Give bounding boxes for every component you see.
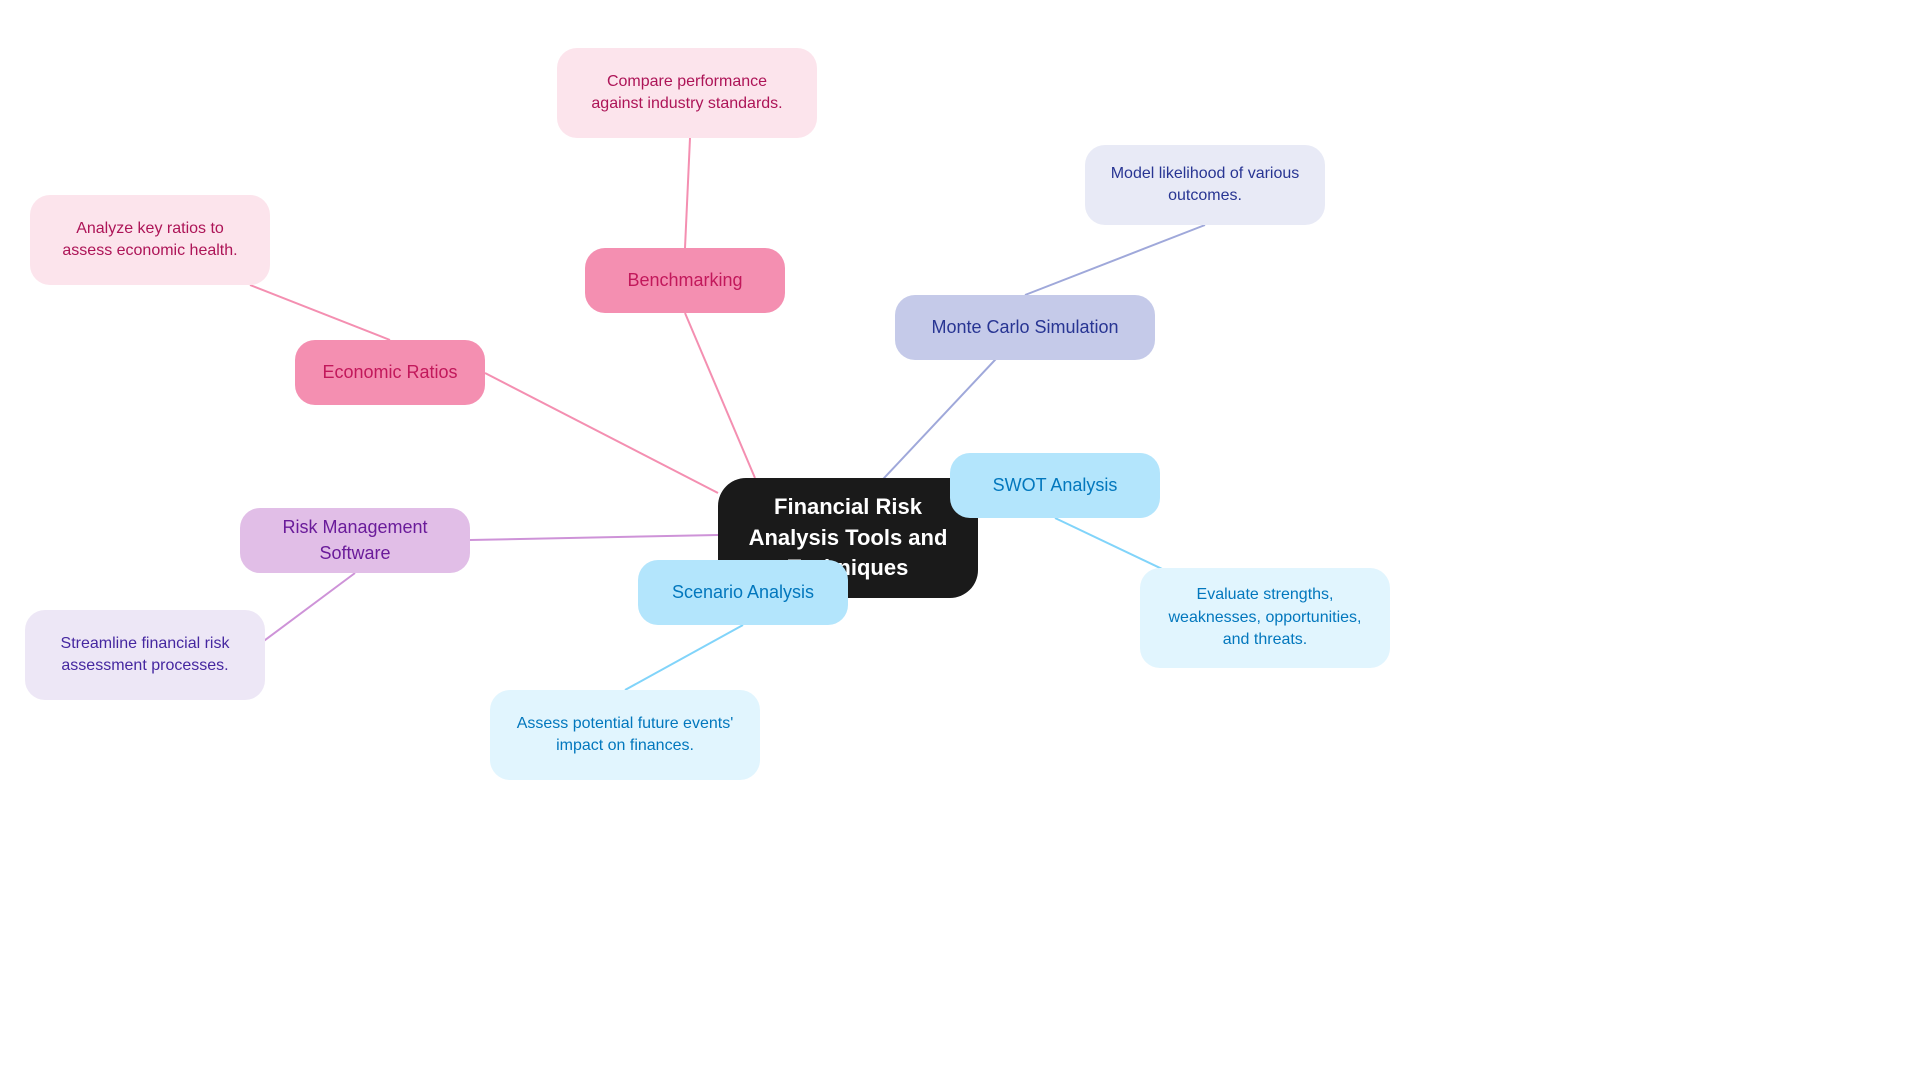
economic-ratios-desc-node: Analyze key ratios to assess economic he… [30, 195, 270, 285]
scenario-analysis-node: Scenario Analysis [638, 560, 848, 625]
risk-mgmt-software-node: Risk Management Software [240, 508, 470, 573]
swot-desc-node: Evaluate strengths, weaknesses, opportun… [1140, 568, 1390, 668]
benchmarking-node: Benchmarking [585, 248, 785, 313]
benchmarking-desc-node: Compare performance against industry sta… [557, 48, 817, 138]
monte-carlo-node: Monte Carlo Simulation [895, 295, 1155, 360]
economic-ratios-node: Economic Ratios [295, 340, 485, 405]
scenario-desc-node: Assess potential future events' impact o… [490, 690, 760, 780]
risk-mgmt-desc-node: Streamline financial risk assessment pro… [25, 610, 265, 700]
swot-node: SWOT Analysis [950, 453, 1160, 518]
monte-carlo-desc-node: Model likelihood of various outcomes. [1085, 145, 1325, 225]
